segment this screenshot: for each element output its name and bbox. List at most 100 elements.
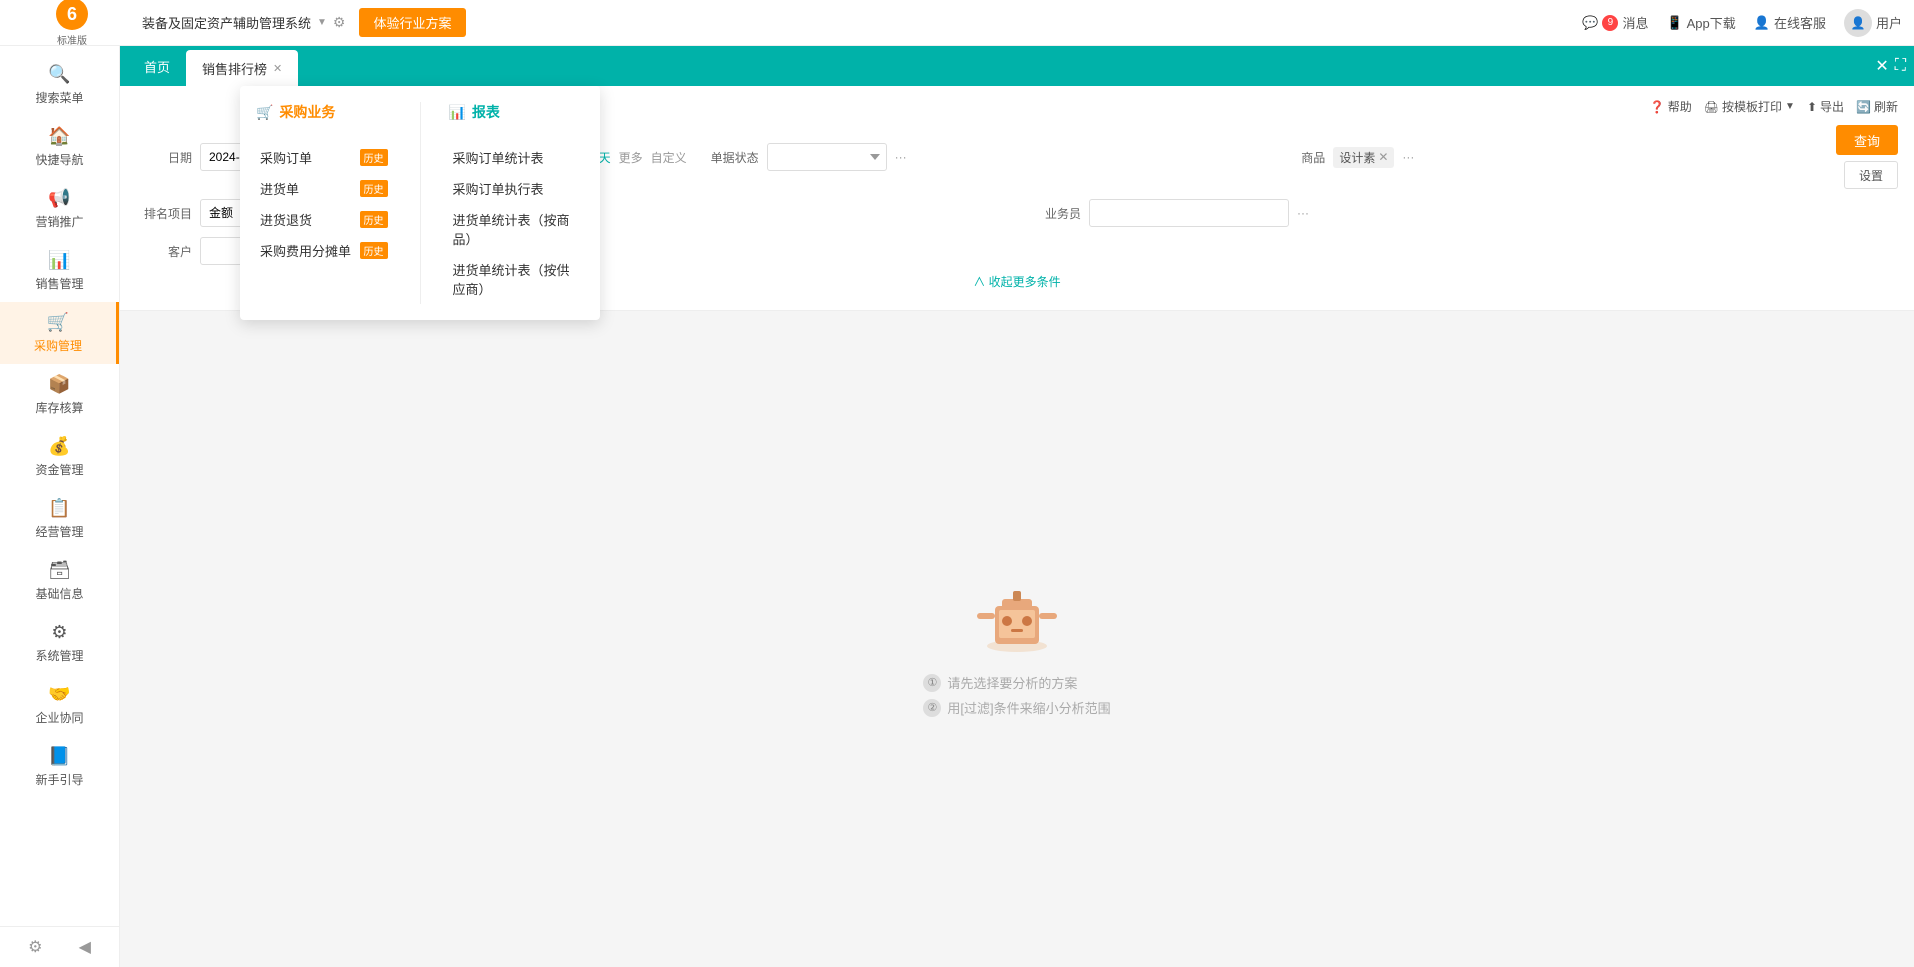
help-label: 帮助: [1668, 98, 1692, 115]
sidebar-item-operations[interactable]: 📋 经营管理: [0, 488, 119, 550]
sidebar-item-inventory[interactable]: 📦 库存核算: [0, 364, 119, 426]
sidebar-settings-btn[interactable]: ⚙: [28, 937, 42, 957]
logo-subtitle: 标准版: [57, 32, 87, 47]
message-icon: 💬: [1582, 15, 1598, 31]
salesperson-more-btn[interactable]: ···: [1297, 206, 1309, 220]
message-badge: 9: [1602, 15, 1618, 31]
message-label: 消息: [1622, 13, 1648, 32]
print-btn[interactable]: 🖨 按模板打印 ▼: [1704, 98, 1795, 115]
sidebar-item-guide[interactable]: 📘 新手引导: [0, 736, 119, 798]
print-icon: 🖨: [1704, 100, 1719, 114]
sidebar-label-marketing: 营销推广: [35, 213, 83, 230]
sidebar-item-basic-info[interactable]: 🗃 基础信息: [0, 550, 119, 612]
empty-illustration: [967, 561, 1067, 661]
basic-info-icon: 🗃: [48, 560, 71, 581]
logo-area: 6 标准版: [12, 0, 132, 47]
settings-btn[interactable]: 设置: [1844, 161, 1898, 189]
history-badge-2: 历史: [360, 211, 388, 228]
refresh-icon: 🔄: [1856, 100, 1871, 114]
sidebar-label-finance: 资金管理: [35, 461, 83, 478]
menu-item-purchase-order-stats[interactable]: 采购订单统计表: [449, 142, 585, 173]
tab-sales-rank[interactable]: 销售排行榜 ✕: [186, 50, 298, 86]
menu-item-stock-in-stats-goods[interactable]: 进货单统计表（按商品）: [449, 204, 585, 254]
menu-item-purchase-order-exec-label: 采购订单执行表: [453, 179, 581, 198]
report-menu-title: 📊 报表: [449, 102, 585, 130]
search-icon: 🔍: [48, 64, 70, 85]
export-btn[interactable]: ⬆ 导出: [1807, 98, 1844, 115]
sidebar-collapse-btn[interactable]: ◀: [79, 937, 91, 957]
tab-close-icon[interactable]: ✕: [273, 62, 282, 75]
title-dropdown-arrow[interactable]: ▼: [317, 17, 327, 28]
sidebar-label-operations: 经营管理: [35, 523, 83, 540]
refresh-btn[interactable]: 🔄 刷新: [1856, 98, 1898, 115]
goods-tag-close[interactable]: ✕: [1378, 150, 1388, 164]
content-area: 首页 销售排行榜 ✕ ✕ ⛶ ❓ 帮助 🖨 按模板打印 ▼: [120, 46, 1914, 967]
print-dropdown-arrow[interactable]: ▼: [1785, 101, 1795, 112]
purchase-menu-title: 🛒 采购业务: [256, 102, 392, 130]
sidebar-item-finance[interactable]: 💰 资金管理: [0, 426, 119, 488]
phone-icon: 📱: [1666, 15, 1682, 31]
sidebar-item-search[interactable]: 🔍 搜索菜单: [0, 54, 119, 116]
menu-item-stock-in-stats-goods-label: 进货单统计表（按商品）: [453, 210, 581, 248]
collapse-up-icon: ∧: [973, 275, 985, 289]
system-icon: ⚙: [51, 622, 67, 643]
empty-hint-1: ① 请先选择要分析的方案: [923, 673, 1110, 692]
sidebar-item-quick-nav[interactable]: 🏠 快捷导航: [0, 116, 119, 178]
menu-item-stock-in-stats-supplier[interactable]: 进货单统计表（按供应商）: [449, 254, 585, 304]
industry-btn[interactable]: 体验行业方案: [359, 8, 465, 37]
tab-minimize-btn[interactable]: ✕: [1875, 56, 1888, 76]
tab-home[interactable]: 首页: [128, 46, 186, 86]
sidebar-item-system[interactable]: ⚙ 系统管理: [0, 612, 119, 674]
goods-label: 商品: [1269, 149, 1325, 166]
sidebar-label-sales: 销售管理: [35, 275, 83, 292]
menu-item-purchase-order-label: 采购订单: [260, 148, 354, 167]
sidebar-label-inventory: 库存核算: [35, 399, 83, 416]
app-download-btn[interactable]: 📱 App下载: [1666, 13, 1735, 32]
sidebar-item-purchase[interactable]: 🛒 采购管理: [0, 302, 119, 364]
date-shortcut-custom[interactable]: 自定义: [651, 149, 687, 166]
salesperson-filter-group: 业务员 ···: [1025, 199, 1898, 227]
sidebar-label-basic-info: 基础信息: [35, 585, 83, 602]
status-more-btn[interactable]: ···: [895, 150, 907, 164]
history-badge-0: 历史: [360, 149, 388, 166]
home-icon: 🏠: [48, 126, 70, 147]
action-btns: 查询 设置: [1836, 125, 1898, 189]
sidebar-label-quick-nav: 快捷导航: [35, 151, 83, 168]
menu-item-stock-in[interactable]: 进货单 历史: [256, 173, 392, 204]
settings-icon[interactable]: ⚙: [333, 14, 346, 31]
menu-item-purchase-cost-label: 采购费用分摊单: [260, 241, 354, 260]
empty-svg: [967, 561, 1067, 661]
history-badge-3: 历史: [360, 242, 388, 259]
menu-item-purchase-order-stats-label: 采购订单统计表: [453, 148, 581, 167]
menu-item-purchase-order-exec[interactable]: 采购订单执行表: [449, 173, 585, 204]
status-select[interactable]: [767, 143, 887, 171]
empty-hint-2: ② 用[过滤]条件来缩小分析范围: [923, 698, 1110, 717]
date-shortcut-more[interactable]: 更多: [619, 149, 643, 166]
sidebar-item-marketing[interactable]: 📢 营销推广: [0, 178, 119, 240]
online-service-btn[interactable]: 👤 在线客服: [1754, 13, 1826, 32]
tab-sales-rank-label: 销售排行榜: [202, 59, 267, 78]
goods-filter-group: 商品 设计素 ✕ ···: [1269, 147, 1820, 168]
user-btn[interactable]: 👤 用户: [1844, 9, 1902, 37]
inventory-icon: 📦: [48, 374, 70, 395]
marketing-icon: 📢: [48, 188, 70, 209]
sidebar-footer: ⚙ ◀: [0, 926, 119, 967]
tab-bar: 首页 销售排行榜 ✕ ✕ ⛶: [120, 46, 1914, 86]
menu-item-stock-return[interactable]: 进货退货 历史: [256, 204, 392, 235]
empty-state: ① 请先选择要分析的方案 ② 用[过滤]条件来缩小分析范围: [120, 311, 1914, 967]
main-layout: 🔍 搜索菜单 🏠 快捷导航 📢 营销推广 📊 销售管理 🛒 采购管理 📦 库存核…: [0, 46, 1914, 967]
goods-more-btn[interactable]: ···: [1402, 150, 1414, 164]
salesperson-input[interactable]: [1089, 199, 1289, 227]
query-btn[interactable]: 查询: [1836, 125, 1898, 155]
menu-item-purchase-cost[interactable]: 采购费用分摊单 历史: [256, 235, 392, 266]
tab-maximize-btn[interactable]: ⛶: [1895, 57, 1906, 75]
sidebar-item-enterprise[interactable]: 🤝 企业协同: [0, 674, 119, 736]
menu-item-purchase-order[interactable]: 采购订单 历史: [256, 142, 392, 173]
purchase-menu-title-text: 采购业务: [279, 102, 335, 122]
sidebar-item-sales[interactable]: 📊 销售管理: [0, 240, 119, 302]
sidebar-label-system: 系统管理: [35, 647, 83, 664]
goods-tag-text: 设计素: [1339, 149, 1375, 166]
message-btn[interactable]: 💬 9 消息: [1582, 13, 1648, 32]
help-btn[interactable]: ❓ 帮助: [1650, 98, 1692, 115]
export-label: 导出: [1820, 98, 1844, 115]
